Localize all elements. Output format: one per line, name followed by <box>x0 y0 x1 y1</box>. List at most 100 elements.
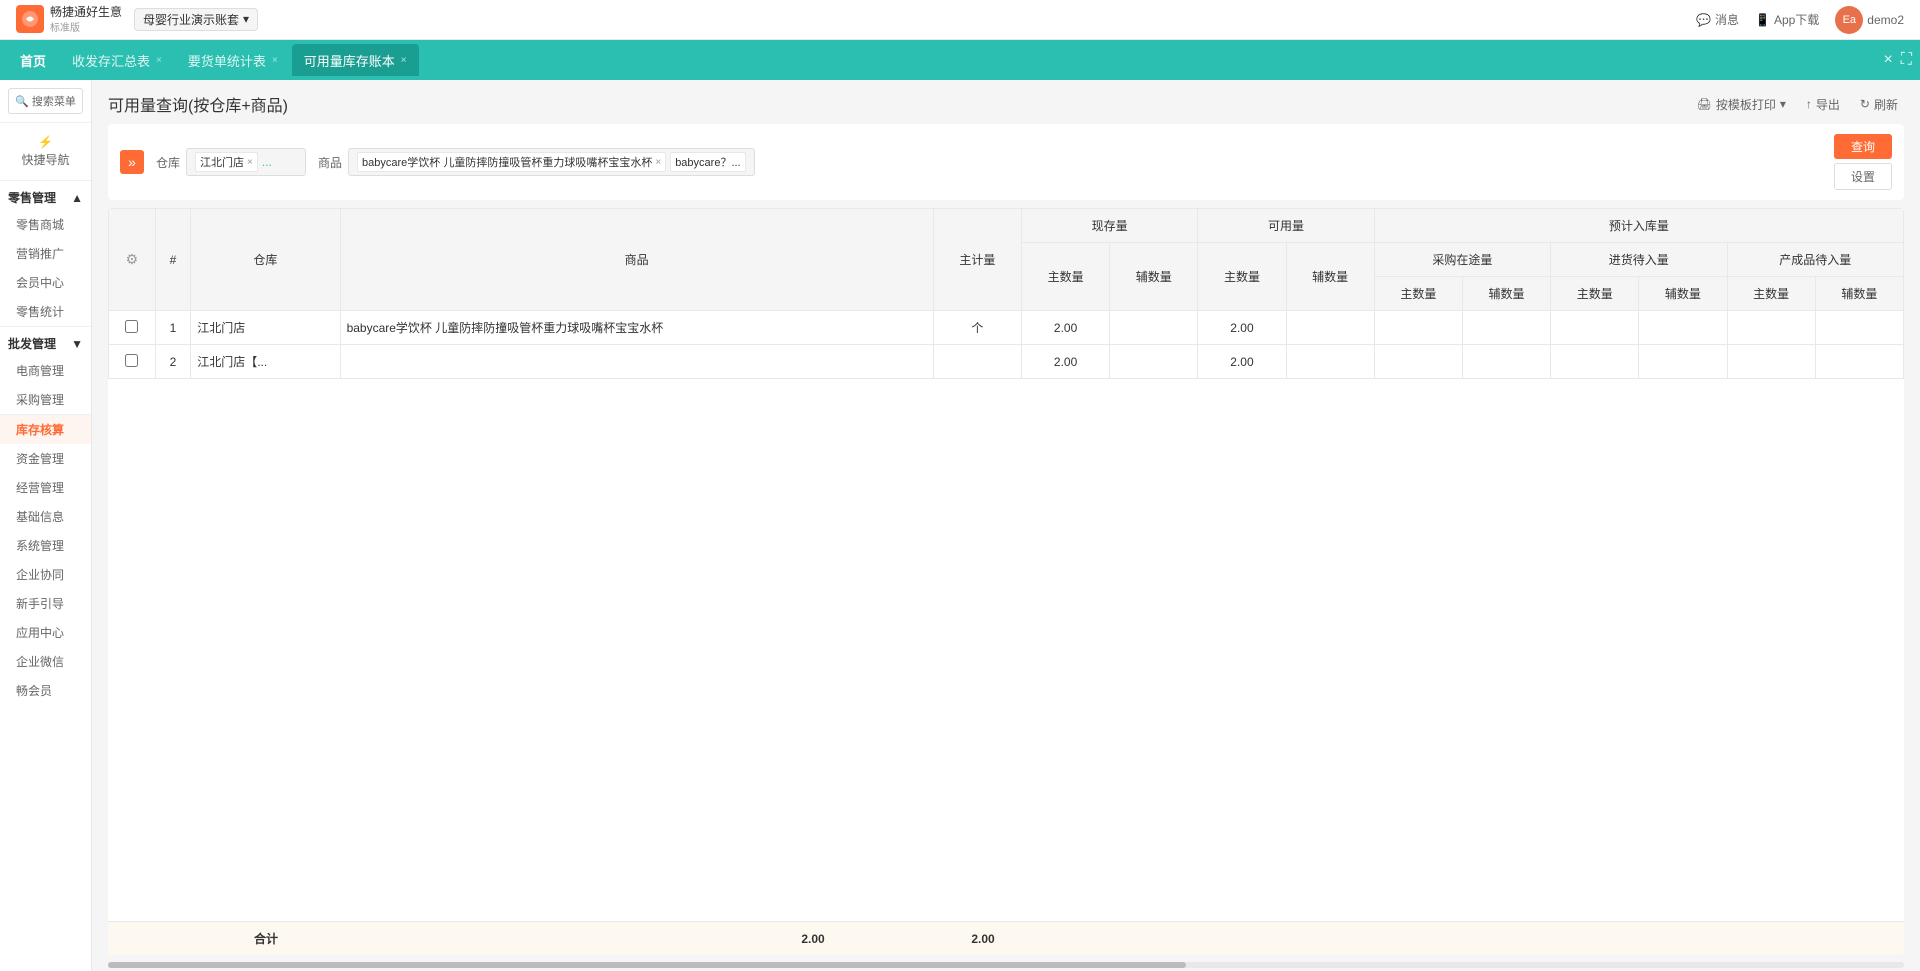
sidebar-item-inventory[interactable]: 库存核算 <box>0 415 91 444</box>
sidebar-item-purchase[interactable]: 采购管理 <box>0 385 91 414</box>
cell-unit: 个 <box>933 311 1021 345</box>
cell-purchase-main <box>1374 311 1462 345</box>
cell-available-aux <box>1286 345 1374 379</box>
sidebar-item-retail-mall[interactable]: 零售商城 <box>0 210 91 239</box>
filter-expand-btn[interactable]: » <box>120 150 144 174</box>
th-production-main: 主数量 <box>1727 277 1815 311</box>
settings-btn[interactable]: 设置 <box>1834 163 1892 190</box>
footer-label: 合计 <box>248 930 688 947</box>
sidebar-item-enterprise[interactable]: 企业协同 <box>0 560 91 589</box>
sidebar-item-finance[interactable]: 资金管理 <box>0 444 91 473</box>
sidebar-item-operations[interactable]: 经营管理 <box>0 473 91 502</box>
tab-order-stats[interactable]: 要货单统计表 × <box>176 44 290 76</box>
product-tag1-close[interactable]: × <box>655 157 661 168</box>
tab-available-stock[interactable]: 可用量库存账本 × <box>292 44 419 76</box>
tab-order-stats-close[interactable]: × <box>272 55 278 66</box>
query-btn[interactable]: 查询 <box>1834 134 1892 159</box>
content-area: 可用量查询(按仓库+商品) 🖨 按模板打印 ▾ ↑ 导出 ↻ 刷新 » <box>92 80 1920 971</box>
export-btn[interactable]: ↑ 导出 <box>1800 94 1846 115</box>
tab-receive-send[interactable]: 收发存汇总表 × <box>60 44 174 76</box>
cell-warehouse: 江北门店 <box>191 311 340 345</box>
filter-bar: » 仓库 江北门店 × ... 商品 babycare学饮杯 儿童防摔防撞吸管杯… <box>108 124 1904 200</box>
chevron-up-icon: ▲ <box>71 191 83 205</box>
logo-text-area: 畅捷通好生意 标准版 <box>50 5 122 34</box>
message-btn[interactable]: 💬 消息 <box>1696 11 1739 28</box>
cell-purchase-aux <box>1462 311 1550 345</box>
product-label: 商品 <box>318 154 342 171</box>
app-download-btn[interactable]: 📱 App下载 <box>1755 11 1819 28</box>
sidebar-quick-nav: ⚡ 快捷导航 <box>0 123 91 181</box>
sidebar-item-member[interactable]: 畅会员 <box>0 676 91 705</box>
cell-check[interactable] <box>109 345 156 379</box>
table-body: 1 江北门店 babycare学饮杯 儿童防摔防撞吸管杯重力球吸嘴杯宝宝水杯 个… <box>109 311 1904 379</box>
cell-index: 1 <box>155 311 190 345</box>
tab-receive-send-close[interactable]: × <box>156 55 162 66</box>
refresh-btn[interactable]: ↻ 刷新 <box>1854 94 1904 115</box>
sidebar-search-area: 🔍 搜索菜单 <box>0 80 91 123</box>
table-container: ⚙ # 仓库 商品 主计量 现存量 可用量 预计入库量 主数量 辅 <box>108 208 1904 955</box>
cell-production-main <box>1727 345 1815 379</box>
sidebar-item-quick-nav[interactable]: ⚡ 快捷导航 <box>0 127 91 176</box>
industry-selector[interactable]: 母婴行业演示账套 ▾ <box>134 8 258 31</box>
sidebar-item-retail-stats[interactable]: 零售统计 <box>0 297 91 326</box>
warehouse-filter: 仓库 江北门店 × ... <box>156 148 306 176</box>
sidebar-item-marketing[interactable]: 营销推广 <box>0 239 91 268</box>
tab-available-stock-close[interactable]: × <box>401 55 407 66</box>
sidebar-item-system[interactable]: 系统管理 <box>0 531 91 560</box>
warehouse-label: 仓库 <box>156 154 180 171</box>
top-bar: 畅捷通好生意 标准版 母婴行业演示账套 ▾ 💬 消息 📱 App下载 Ea de… <box>0 0 1920 40</box>
row-checkbox[interactable] <box>125 354 138 367</box>
th-unit: 主计量 <box>933 209 1021 311</box>
cell-check[interactable] <box>109 311 156 345</box>
sidebar-item-wechat[interactable]: 企业微信 <box>0 647 91 676</box>
th-purchase-main: 主数量 <box>1374 277 1462 311</box>
sidebar-item-newbie[interactable]: 新手引导 <box>0 589 91 618</box>
sidebar-retail-header[interactable]: 零售管理 ▲ <box>0 181 91 210</box>
sidebar-item-ecommerce[interactable]: 电商管理 <box>0 356 91 385</box>
gear-icon[interactable]: ⚙ <box>126 251 139 267</box>
cell-incoming-aux <box>1639 311 1727 345</box>
table-wrapper[interactable]: ⚙ # 仓库 商品 主计量 现存量 可用量 预计入库量 主数量 辅 <box>108 208 1904 921</box>
cell-production-aux <box>1815 345 1903 379</box>
scroll-track[interactable] <box>108 962 1904 968</box>
sidebar-item-app-center[interactable]: 应用中心 <box>0 618 91 647</box>
nav-tabs: 首页 收发存汇总表 × 要货单统计表 × 可用量库存账本 × × ⛶ <box>0 40 1920 80</box>
th-forecast-group: 预计入库量 <box>1374 209 1903 243</box>
warehouse-more-btn[interactable]: ... <box>262 155 272 169</box>
print-icon: 🖨 <box>1697 97 1712 111</box>
table-row[interactable]: 2 江北门店【... 2.00 2.00 <box>109 345 1904 379</box>
product-tag1: babycare学饮杯 儿童防摔防撞吸管杯重力球吸嘴杯宝宝水杯 × <box>357 152 666 172</box>
sidebar-search-btn[interactable]: 🔍 搜索菜单 <box>8 88 83 114</box>
logo-sub: 标准版 <box>50 19 122 34</box>
th-stock-aux: 辅数量 <box>1110 243 1198 311</box>
th-available-group: 可用量 <box>1198 209 1374 243</box>
product-filter: 商品 babycare学饮杯 儿童防摔防撞吸管杯重力球吸嘴杯宝宝水杯 × bab… <box>318 148 755 176</box>
template-print-btn[interactable]: 🖨 按模板打印 ▾ <box>1691 94 1792 115</box>
sidebar-item-basic-info[interactable]: 基础信息 <box>0 502 91 531</box>
cell-purchase-aux <box>1462 345 1550 379</box>
industry-label: 母婴行业演示账套 <box>143 11 239 28</box>
tab-home[interactable]: 首页 <box>8 44 58 76</box>
product-input[interactable]: babycare学饮杯 儿童防摔防撞吸管杯重力球吸嘴杯宝宝水杯 × babyca… <box>348 148 755 176</box>
sidebar: 🔍 搜索菜单 ⚡ 快捷导航 零售管理 ▲ 零售商城 营销推广 会员中心 零售统计… <box>0 80 92 971</box>
tab-home-label: 首页 <box>20 51 46 70</box>
warehouse-tag-close[interactable]: × <box>247 157 253 168</box>
th-available-aux: 辅数量 <box>1286 243 1374 311</box>
th-warehouse: 仓库 <box>191 209 340 311</box>
cell-incoming-main <box>1551 345 1639 379</box>
page-header: 可用量查询(按仓库+商品) 🖨 按模板打印 ▾ ↑ 导出 ↻ 刷新 <box>92 80 1920 124</box>
row-checkbox[interactable] <box>125 320 138 333</box>
sidebar-wholesale-header[interactable]: 批发管理 ▼ <box>0 327 91 356</box>
warehouse-input[interactable]: 江北门店 × ... <box>186 148 306 176</box>
close-window-btn[interactable]: × <box>1883 51 1892 69</box>
user-area[interactable]: Ea demo2 <box>1835 6 1904 34</box>
top-bar-right: 💬 消息 📱 App下载 Ea demo2 <box>1696 6 1904 34</box>
th-incoming-aux: 辅数量 <box>1639 277 1727 311</box>
cell-available-aux <box>1286 311 1374 345</box>
fullscreen-btn[interactable]: ⛶ <box>1901 51 1912 69</box>
warehouse-tag: 江北门店 × <box>195 152 258 172</box>
table-row[interactable]: 1 江北门店 babycare学饮杯 儿童防摔防撞吸管杯重力球吸嘴杯宝宝水杯 个… <box>109 311 1904 345</box>
cell-incoming-main <box>1551 311 1639 345</box>
sidebar-item-member-center[interactable]: 会员中心 <box>0 268 91 297</box>
top-bar-left: 畅捷通好生意 标准版 母婴行业演示账套 ▾ <box>16 5 258 34</box>
